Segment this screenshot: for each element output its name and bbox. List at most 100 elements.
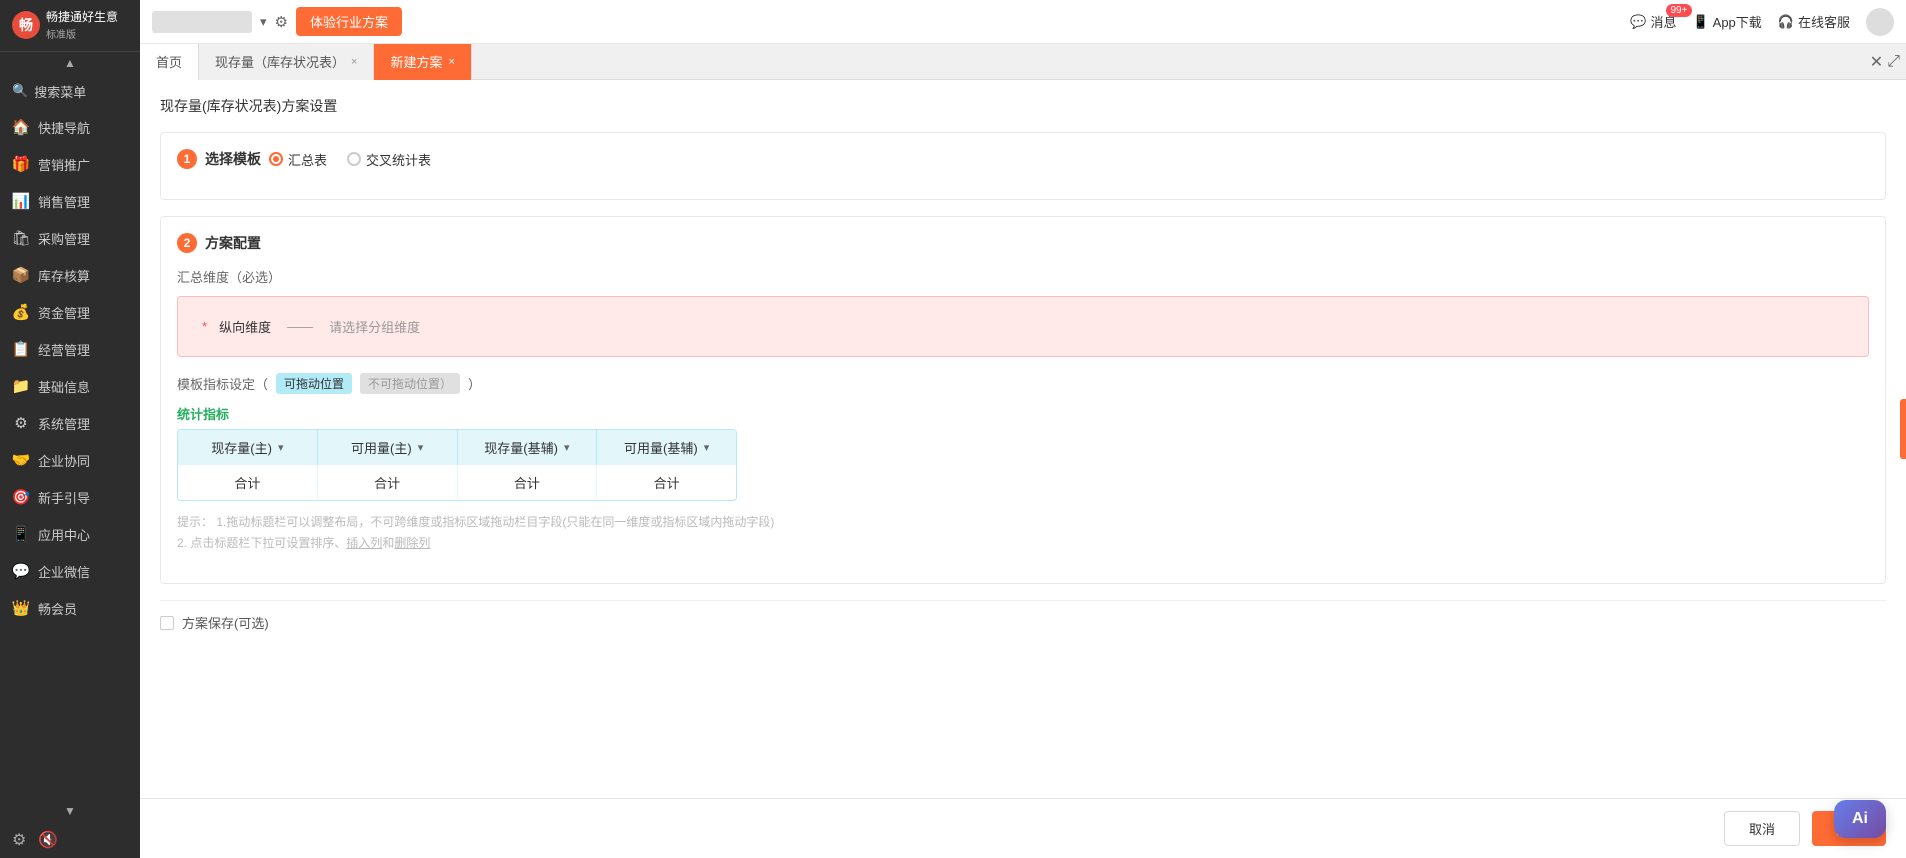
sidebar-item-marketing[interactable]: 🎁 营销推广 bbox=[0, 146, 140, 183]
sidebar-item-app-center[interactable]: 📱 应用中心 bbox=[0, 516, 140, 553]
stats-col-1-arrow[interactable]: ▾ bbox=[278, 441, 284, 454]
quick-nav-icon: 🏠 bbox=[12, 118, 30, 136]
search-label: 搜索菜单 bbox=[34, 82, 86, 101]
ai-float-button[interactable]: Ai bbox=[1834, 800, 1886, 838]
tab-new-scheme-label: 新建方案 bbox=[390, 52, 442, 71]
tab-new-scheme-close[interactable]: × bbox=[448, 56, 454, 68]
stats-col-4-arrow[interactable]: ▾ bbox=[704, 441, 710, 454]
new-guide-icon: 🎯 bbox=[12, 488, 30, 506]
stats-cell-1: 合计 bbox=[178, 465, 318, 500]
chevron-down-icon[interactable]: ▾ bbox=[260, 14, 267, 30]
radio-cross[interactable]: 交叉统计表 bbox=[347, 150, 431, 169]
page-content: 现存量(库存状况表)方案设置 1 选择模板 汇总表 交叉统计表 bbox=[140, 80, 1906, 798]
radio-summary-dot bbox=[269, 152, 283, 166]
tip-insert-link[interactable]: 插入列 bbox=[346, 536, 382, 550]
finance-icon: 💰 bbox=[12, 303, 30, 321]
headset-icon: 🎧 bbox=[1778, 14, 1794, 30]
sidebar-item-system[interactable]: ⚙ 系统管理 bbox=[0, 405, 140, 442]
operations-icon: 📋 bbox=[12, 340, 30, 358]
topbar-placeholder bbox=[152, 11, 252, 33]
page-breadcrumb: 现存量(库存状况表)方案设置 bbox=[160, 96, 1886, 116]
tab-home-label: 首页 bbox=[156, 52, 182, 71]
tab-inventory-status[interactable]: 现存量（库存状况表） × bbox=[199, 44, 374, 80]
sidebar-item-label-member: 畅会员 bbox=[38, 599, 77, 618]
stats-col-3-arrow[interactable]: ▾ bbox=[564, 441, 570, 454]
cooperation-icon: 🤝 bbox=[12, 451, 30, 469]
sidebar-item-finance[interactable]: 💰 资金管理 bbox=[0, 294, 140, 331]
purchase-icon: 🛍 bbox=[12, 229, 30, 247]
sidebar-item-cooperation[interactable]: 🤝 企业协同 bbox=[0, 442, 140, 479]
gear-icon[interactable]: ⚙ bbox=[275, 13, 288, 31]
sidebar-item-new-guide[interactable]: 🎯 新手引导 bbox=[0, 479, 140, 516]
sidebar-item-label-wechat: 企业微信 bbox=[38, 562, 90, 581]
sidebar-bottom: ⚙ 🔇 bbox=[0, 822, 140, 858]
search-icon: 🔍 bbox=[12, 83, 28, 99]
tag-draggable: 可拖动位置 bbox=[276, 373, 352, 394]
save-label: 方案保存(可选) bbox=[182, 613, 269, 632]
sidebar-item-label-app-center: 应用中心 bbox=[38, 525, 90, 544]
main-area: ▾ ⚙ 体验行业方案 💬 消息 99+ 📱 App下载 🎧 在线客服 首页 bbox=[140, 0, 1906, 858]
sidebar-item-purchase[interactable]: 🛍 采购管理 bbox=[0, 220, 140, 257]
sidebar-scroll-down[interactable]: ▼ bbox=[0, 800, 140, 822]
message-icon: 💬 bbox=[1630, 14, 1646, 30]
sidebar-item-member[interactable]: 👑 畅会员 bbox=[0, 590, 140, 627]
stats-cell-3: 合计 bbox=[458, 465, 598, 500]
section2-label: 方案配置 bbox=[205, 233, 261, 253]
required-star: * bbox=[202, 319, 207, 334]
sidebar-item-basic-info[interactable]: 📁 基础信息 bbox=[0, 368, 140, 405]
tab-new-scheme[interactable]: 新建方案 × bbox=[374, 44, 471, 80]
footer-buttons: 取消 查询 bbox=[140, 798, 1906, 858]
template-config-text: 模板指标设定（ bbox=[177, 374, 268, 393]
tab-close-all-btn[interactable]: ✕ bbox=[1870, 52, 1883, 72]
wechat-icon: 💬 bbox=[12, 562, 30, 580]
sidebar-item-label-operations: 经营管理 bbox=[38, 340, 90, 359]
sidebar-scroll-up[interactable]: ▲ bbox=[0, 52, 140, 74]
online-service-btn[interactable]: 🎧 在线客服 bbox=[1778, 12, 1850, 31]
tab-home[interactable]: 首页 bbox=[140, 44, 199, 80]
stats-cell-2: 合计 bbox=[318, 465, 458, 500]
section1-label: 选择模板 bbox=[205, 149, 261, 169]
vertical-dim-label: 纵向维度 bbox=[219, 317, 271, 336]
sidebar-item-operations[interactable]: 📋 经营管理 bbox=[0, 331, 140, 368]
messages-btn[interactable]: 💬 消息 99+ bbox=[1630, 12, 1676, 31]
sidebar-item-label-finance: 资金管理 bbox=[38, 303, 90, 322]
radio-summary-label: 汇总表 bbox=[288, 150, 327, 169]
stats-col-1: 现存量(主) ▾ bbox=[178, 430, 318, 465]
user-avatar[interactable] bbox=[1866, 8, 1894, 36]
sidebar-item-sales[interactable]: 📊 销售管理 bbox=[0, 183, 140, 220]
settings-icon[interactable]: ⚙ bbox=[12, 830, 26, 850]
sidebar-item-label-sales: 销售管理 bbox=[38, 192, 90, 211]
save-checkbox[interactable] bbox=[160, 616, 174, 630]
sidebar-search[interactable]: 🔍 搜索菜单 bbox=[0, 74, 140, 109]
sidebar: 畅 畅捷通好生意 标准版 ▲ 🔍 搜索菜单 🏠 快捷导航 🎁 营销推广 📊 销售… bbox=[0, 0, 140, 858]
tab-expand-btn[interactable]: ⤢ bbox=[1887, 53, 1900, 71]
stats-col-2: 可用量(主) ▾ bbox=[318, 430, 458, 465]
tip-2: 2. 点击标题栏下拉可设置排序、插入列和删除列 bbox=[177, 534, 1869, 551]
section2-header: 2 方案配置 bbox=[177, 233, 1869, 253]
marketing-icon: 🎁 bbox=[12, 155, 30, 173]
stats-col-4: 可用量(基辅) ▾ bbox=[597, 430, 736, 465]
app-download-btn[interactable]: 📱 App下载 bbox=[1692, 12, 1761, 31]
sound-icon[interactable]: 🔇 bbox=[38, 830, 58, 850]
sidebar-item-quick-nav[interactable]: 🏠 快捷导航 bbox=[0, 109, 140, 146]
template-radio-group: 汇总表 交叉统计表 bbox=[269, 150, 431, 169]
section1-num: 1 bbox=[177, 149, 197, 169]
cancel-button[interactable]: 取消 bbox=[1724, 811, 1800, 846]
stats-table: 现存量(主) ▾ 可用量(主) ▾ 现存量(基辅) ▾ 可用量(基辅) ▾ bbox=[177, 429, 737, 501]
logo-app-name: 畅捷通好生意 bbox=[46, 10, 118, 26]
inventory-icon: 📦 bbox=[12, 266, 30, 284]
sidebar-item-wechat[interactable]: 💬 企业微信 bbox=[0, 553, 140, 590]
topbar: ▾ ⚙ 体验行业方案 💬 消息 99+ 📱 App下载 🎧 在线客服 bbox=[140, 0, 1906, 44]
tip-delete-link[interactable]: 删除列 bbox=[394, 536, 430, 550]
stats-col-2-arrow[interactable]: ▾ bbox=[418, 441, 424, 454]
trial-industry-btn[interactable]: 体验行业方案 bbox=[296, 7, 402, 36]
vertical-dim-box[interactable]: * 纵向维度 —— 请选择分组维度 bbox=[177, 296, 1869, 357]
topbar-title-area: ▾ ⚙ 体验行业方案 bbox=[152, 7, 1620, 36]
radio-cross-label: 交叉统计表 bbox=[366, 150, 431, 169]
sidebar-items: 🏠 快捷导航 🎁 营销推广 📊 销售管理 🛍 采购管理 📦 库存核算 💰 资金管… bbox=[0, 109, 140, 800]
tab-inventory-status-close[interactable]: × bbox=[351, 56, 357, 68]
sidebar-item-label-marketing: 营销推广 bbox=[38, 155, 90, 174]
sidebar-item-inventory[interactable]: 📦 库存核算 bbox=[0, 257, 140, 294]
radio-summary[interactable]: 汇总表 bbox=[269, 150, 327, 169]
sidebar-item-label-cooperation: 企业协同 bbox=[38, 451, 90, 470]
